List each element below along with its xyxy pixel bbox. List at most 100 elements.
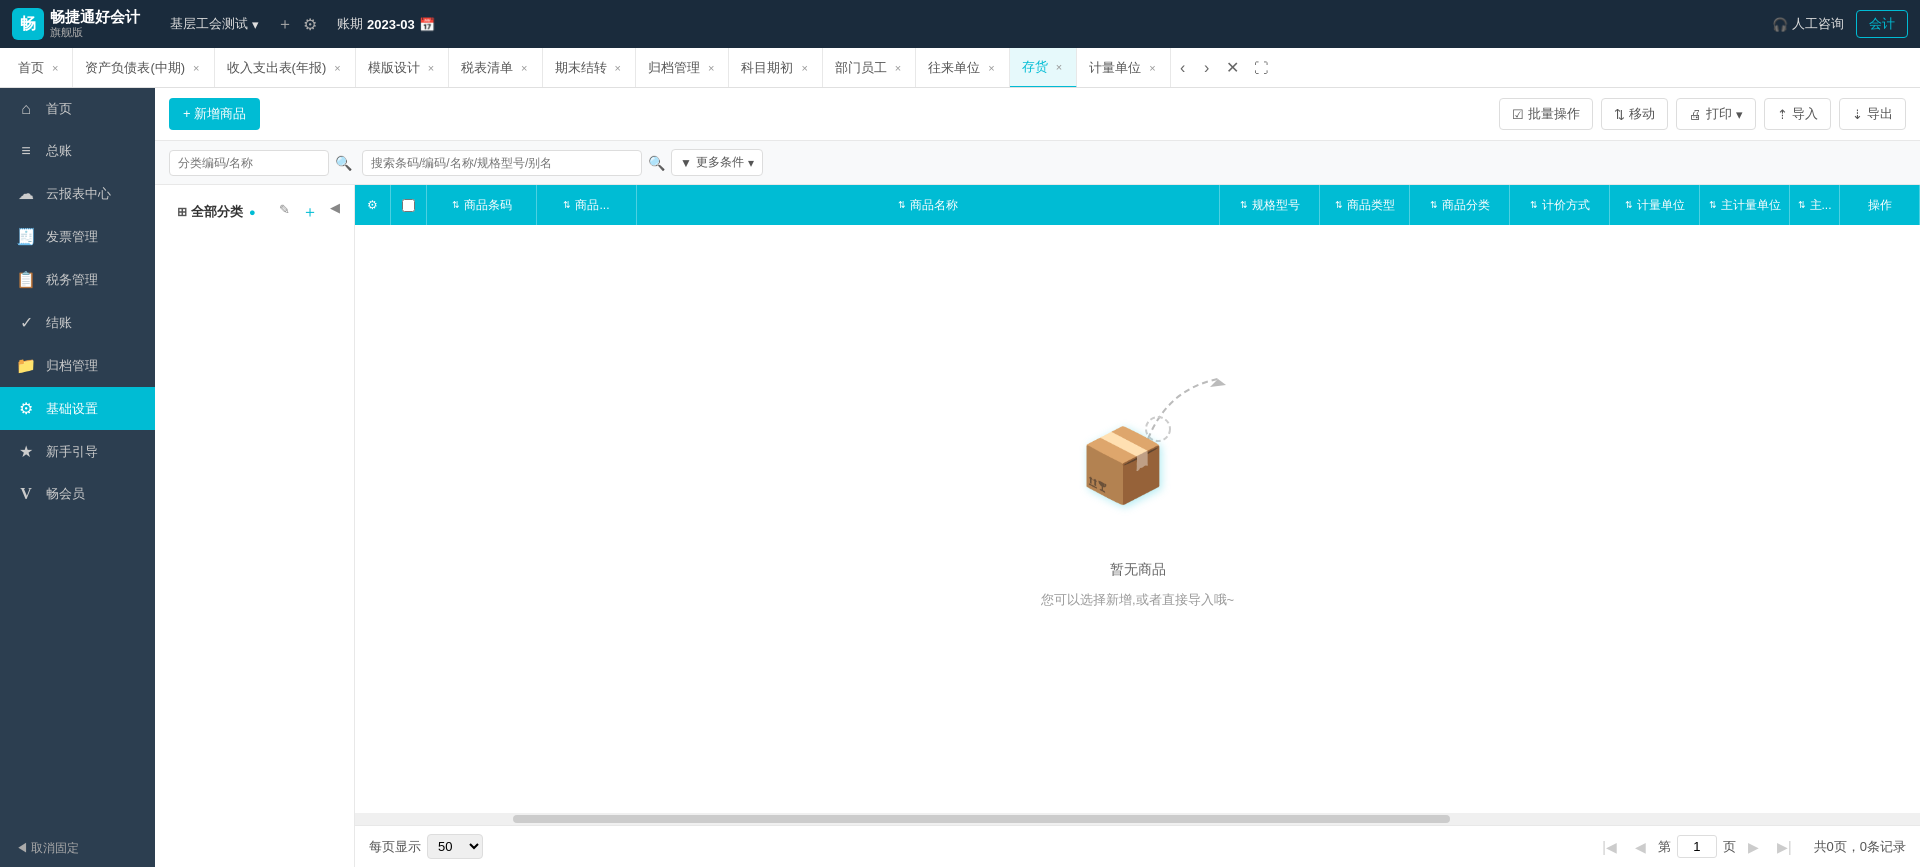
tab-period[interactable]: 期末结转 × xyxy=(543,48,636,88)
consulting-btn[interactable]: 🎧 人工咨询 xyxy=(1772,15,1844,33)
th-category[interactable]: ⇅ 商品分类 xyxy=(1410,185,1510,225)
select-all-checkbox[interactable] xyxy=(402,199,415,212)
sidebar-unpin-btn[interactable]: ◀ 取消固定 xyxy=(0,830,155,867)
page-prev-btn[interactable]: ◀ xyxy=(1629,836,1652,858)
sort-extra-icon: ⇅ xyxy=(1798,200,1806,210)
th-unit[interactable]: ⇅ 计量单位 xyxy=(1610,185,1700,225)
tab-next-btn[interactable]: › xyxy=(1195,48,1219,88)
th-extra[interactable]: ⇅ 主... xyxy=(1790,185,1840,225)
tab-income-close[interactable]: × xyxy=(332,60,342,76)
tab-template-close[interactable]: × xyxy=(426,60,436,76)
category-icons: ✎ ＋ ◀ xyxy=(275,200,340,224)
page-size-select[interactable]: 50 10 20 100 xyxy=(427,834,483,859)
batch-btn[interactable]: ☑ 批量操作 xyxy=(1499,98,1593,130)
tab-expand-btn[interactable]: ⛶ xyxy=(1247,48,1275,88)
sidebar-item-invoice[interactable]: 🧾 发票管理 xyxy=(0,215,155,258)
add-category-btn[interactable]: ＋ xyxy=(298,200,322,224)
th-name[interactable]: ⇅ 商品名称 xyxy=(637,185,1220,225)
tab-prev-btn[interactable]: ‹ xyxy=(1171,48,1195,88)
tab-subject-close[interactable]: × xyxy=(799,60,809,76)
tab-subject[interactable]: 科目期初 × xyxy=(729,48,822,88)
main-layout: ⌂ 首页 ≡ 总账 ☁ 云报表中心 🧾 发票管理 📋 税务管理 ✓ 结账 📁 归… xyxy=(0,88,1920,867)
account-button[interactable]: 会计 xyxy=(1856,10,1908,38)
th-main-unit[interactable]: ⇅ 主计量单位 xyxy=(1700,185,1790,225)
batch-label: 批量操作 xyxy=(1528,105,1580,123)
th-spec[interactable]: ⇅ 规格型号 xyxy=(1220,185,1320,225)
th-checkbox[interactable] xyxy=(391,185,427,225)
tab-home[interactable]: 首页 × xyxy=(6,48,73,88)
move-btn[interactable]: ⇅ 移动 xyxy=(1601,98,1668,130)
tab-inventory-close[interactable]: × xyxy=(1054,59,1064,75)
horizontal-scrollbar[interactable] xyxy=(355,813,1920,825)
home-icon: ⌂ xyxy=(16,100,36,118)
add-icon[interactable]: ＋ xyxy=(277,14,293,35)
tab-unit-close[interactable]: × xyxy=(1147,60,1157,76)
tab-archive[interactable]: 归档管理 × xyxy=(636,48,729,88)
th-action: 操作 xyxy=(1840,185,1920,225)
print-btn[interactable]: 🖨 打印 ▾ xyxy=(1676,98,1756,130)
th-price-method[interactable]: ⇅ 计价方式 xyxy=(1510,185,1610,225)
th-type[interactable]: ⇅ 商品类型 xyxy=(1320,185,1410,225)
tab-template[interactable]: 模版设计 × xyxy=(356,48,449,88)
page-number-input[interactable] xyxy=(1677,835,1717,858)
sidebar-ledger-label: 总账 xyxy=(46,142,72,160)
sidebar-item-cloud[interactable]: ☁ 云报表中心 xyxy=(0,172,155,215)
left-panel: ⊞ 全部分类 ● ✎ ＋ ◀ xyxy=(155,185,355,867)
tab-archive-label: 归档管理 xyxy=(648,59,700,77)
calendar-icon[interactable]: 📅 xyxy=(419,17,435,32)
sidebar-item-basic[interactable]: ⚙ 基础设置 xyxy=(0,387,155,430)
page-first-btn[interactable]: |◀ xyxy=(1596,836,1623,858)
sidebar-item-tax[interactable]: 📋 税务管理 xyxy=(0,258,155,301)
tab-close-all-btn[interactable]: ✕ xyxy=(1219,48,1247,88)
tab-balance[interactable]: 资产负债表(中期) × xyxy=(73,48,214,88)
settings-icon[interactable]: ⚙ xyxy=(303,15,317,34)
th-code[interactable]: ⇅ 商品... xyxy=(537,185,637,225)
tab-archive-close[interactable]: × xyxy=(706,60,716,76)
sidebar-item-ledger[interactable]: ≡ 总账 xyxy=(0,130,155,172)
tab-tax-close[interactable]: × xyxy=(519,60,529,76)
sidebar-item-settle[interactable]: ✓ 结账 xyxy=(0,301,155,344)
tab-inventory[interactable]: 存货 × xyxy=(1010,48,1077,88)
tab-unit[interactable]: 计量单位 × xyxy=(1077,48,1170,88)
all-category-item[interactable]: ⊞ 全部分类 ● xyxy=(169,197,264,227)
tab-balance-close[interactable]: × xyxy=(191,60,201,76)
page-last-btn[interactable]: ▶| xyxy=(1771,836,1798,858)
new-product-button[interactable]: + 新增商品 xyxy=(169,98,260,130)
collapse-panel-btn[interactable]: ◀ xyxy=(330,200,340,224)
category-search-icon[interactable]: 🔍 xyxy=(335,155,352,171)
top-bar: 畅 畅捷通好会计 旗舰版 基层工会测试 ▾ ＋ ⚙ 账期 2023-03 📅 🎧… xyxy=(0,0,1920,48)
sidebar-basic-label: 基础设置 xyxy=(46,400,98,418)
tab-home-close[interactable]: × xyxy=(50,60,60,76)
tab-dept[interactable]: 部门员工 × xyxy=(823,48,916,88)
tab-partner-close[interactable]: × xyxy=(986,60,996,76)
tab-tax[interactable]: 税表清单 × xyxy=(449,48,542,88)
filter-icon: ▼ xyxy=(680,156,692,170)
category-search-input[interactable] xyxy=(169,150,329,176)
page-unit: 页 xyxy=(1723,838,1736,856)
sidebar-item-archive[interactable]: 📁 归档管理 xyxy=(0,344,155,387)
tab-tax-label: 税表清单 xyxy=(461,59,513,77)
export-btn[interactable]: ⇣ 导出 xyxy=(1839,98,1906,130)
th-config[interactable]: ⚙ xyxy=(355,185,391,225)
right-panel: ⚙ ⇅ 商品条码 ⇅ 商品... ⇅ 商品名称 xyxy=(355,185,1920,867)
sidebar-item-member[interactable]: V 畅会员 xyxy=(0,473,155,515)
company-selector[interactable]: 基层工会测试 ▾ xyxy=(162,11,267,37)
edit-category-icon[interactable]: ✎ xyxy=(275,200,294,224)
product-search-icon[interactable]: 🔍 xyxy=(648,155,665,171)
headset-icon: 🎧 xyxy=(1772,17,1788,32)
filter-btn[interactable]: ▼ 更多条件 ▾ xyxy=(671,149,763,176)
tab-period-close[interactable]: × xyxy=(613,60,623,76)
sidebar-item-home[interactable]: ⌂ 首页 xyxy=(0,88,155,130)
tab-income[interactable]: 收入支出表(年报) × xyxy=(215,48,356,88)
tab-partner[interactable]: 往来单位 × xyxy=(916,48,1009,88)
member-icon: V xyxy=(16,485,36,503)
th-barcode[interactable]: ⇅ 商品条码 xyxy=(427,185,537,225)
tab-dept-close[interactable]: × xyxy=(893,60,903,76)
left-search: 🔍 xyxy=(169,150,352,176)
sidebar-item-guide[interactable]: ★ 新手引导 xyxy=(0,430,155,473)
product-search-input[interactable] xyxy=(362,150,642,176)
scroll-thumb[interactable] xyxy=(513,815,1450,823)
page-next-btn[interactable]: ▶ xyxy=(1742,836,1765,858)
import-btn[interactable]: ⇡ 导入 xyxy=(1764,98,1831,130)
page-size-label: 每页显示 xyxy=(369,838,421,856)
